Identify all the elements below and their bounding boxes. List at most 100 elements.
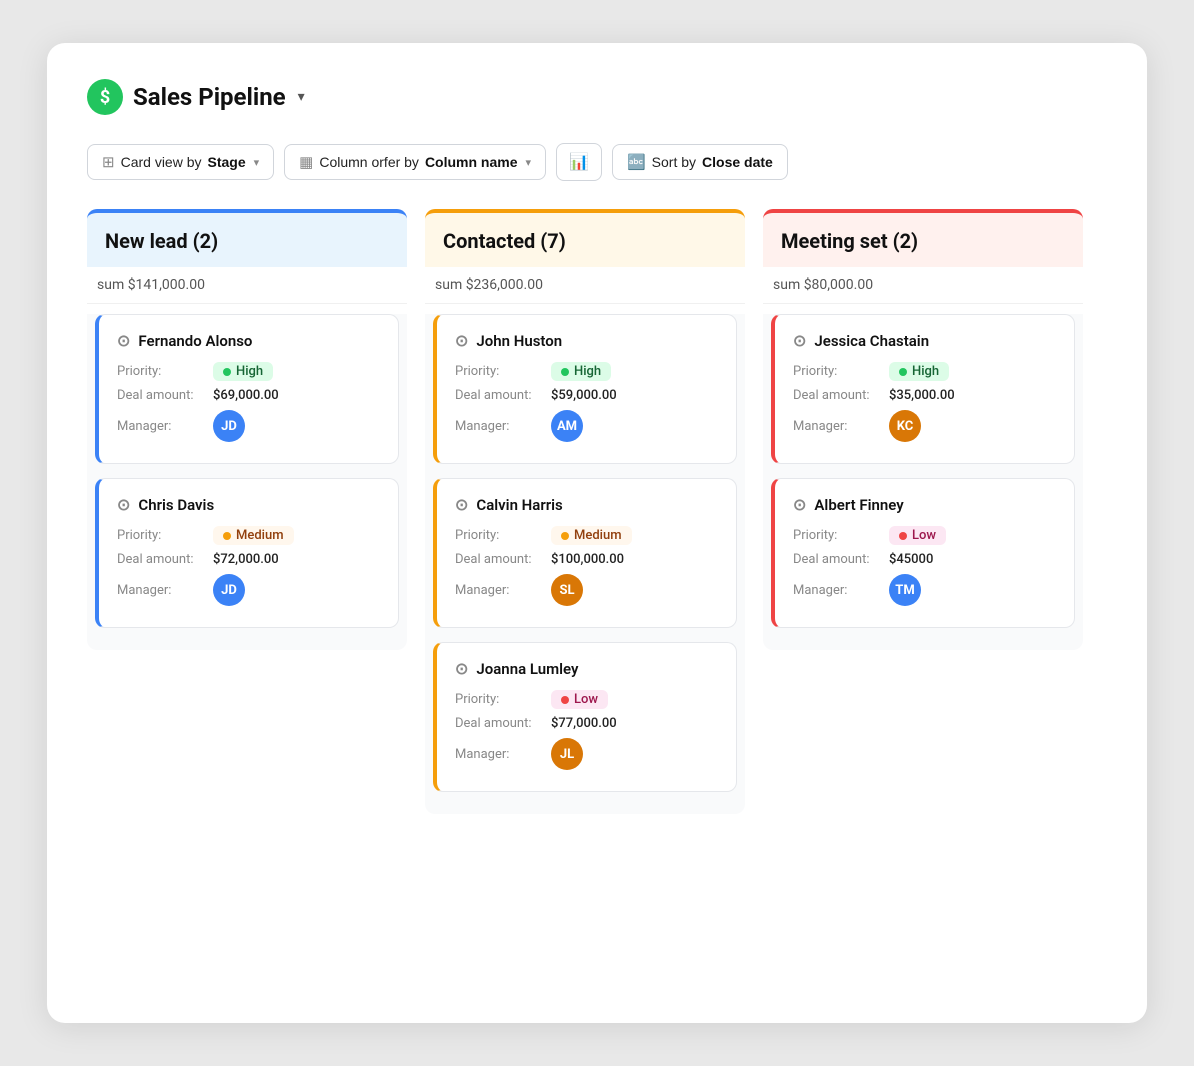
column-order-icon: ▦ [299, 153, 313, 171]
avatar: AM [551, 410, 583, 442]
check-icon: ⊙ [793, 495, 806, 514]
app-icon: $ [87, 79, 123, 115]
priority-badge: High [889, 362, 949, 381]
deal-amount-value: $35,000.00 [889, 388, 955, 403]
deal-amount-label: Deal amount: [793, 388, 883, 403]
avatar: JL [551, 738, 583, 770]
check-icon: ⊙ [793, 331, 806, 350]
manager-row: Manager: KC [793, 410, 1056, 442]
column-header-contacted: Contacted (7) [425, 209, 745, 267]
table-row[interactable]: ⊙ John Huston Priority: High Deal amount… [433, 314, 737, 464]
toolbar: ⊞ Card view by Stage ▾ ▦ Column orfer by… [87, 143, 1107, 181]
deal-amount-value: $77,000.00 [551, 716, 617, 731]
priority-badge: High [551, 362, 611, 381]
manager-label: Manager: [793, 583, 883, 598]
priority-dot-icon [899, 532, 907, 540]
column-order-value: Column name [425, 154, 518, 170]
priority-label: Priority: [117, 528, 207, 543]
chart-icon-button[interactable]: 📊 [556, 143, 602, 181]
deal-name: ⊙ Jessica Chastain [793, 331, 1056, 350]
deal-amount-value: $69,000.00 [213, 388, 279, 403]
bar-chart-icon: 📊 [569, 152, 589, 172]
priority-row: Priority: Low [455, 690, 718, 709]
deal-amount-label: Deal amount: [117, 552, 207, 567]
table-row[interactable]: ⊙ Calvin Harris Priority: Medium Deal am… [433, 478, 737, 628]
sort-label: Sort by [652, 154, 696, 170]
manager-row: Manager: JD [117, 574, 380, 606]
check-icon: ⊙ [455, 331, 468, 350]
priority-badge: Medium [551, 526, 632, 545]
deal-amount-label: Deal amount: [455, 552, 545, 567]
card-view-chevron-icon: ▾ [254, 156, 260, 169]
deal-name: ⊙ Joanna Lumley [455, 659, 718, 678]
column-sum-meeting-set: sum $80,000.00 [763, 267, 1083, 304]
priority-row: Priority: High [455, 362, 718, 381]
check-icon: ⊙ [455, 495, 468, 514]
avatar: KC [889, 410, 921, 442]
priority-row: Priority: Medium [117, 526, 380, 545]
column-new-lead: New lead (2)sum $141,000.00 ⊙ Fernando A… [87, 209, 407, 814]
priority-label: Priority: [793, 364, 883, 379]
avatar: TM [889, 574, 921, 606]
deal-amount-label: Deal amount: [117, 388, 207, 403]
avatar: SL [551, 574, 583, 606]
table-row[interactable]: ⊙ Chris Davis Priority: Medium Deal amou… [95, 478, 399, 628]
check-icon: ⊙ [117, 495, 130, 514]
title-chevron-icon[interactable]: ▾ [298, 89, 305, 105]
deal-amount-label: Deal amount: [455, 388, 545, 403]
priority-row: Priority: High [117, 362, 380, 381]
manager-row: Manager: TM [793, 574, 1056, 606]
column-content-new-lead: ⊙ Fernando Alonso Priority: High Deal am… [87, 314, 407, 650]
avatar: JD [213, 574, 245, 606]
table-row[interactable]: ⊙ Jessica Chastain Priority: High Deal a… [771, 314, 1075, 464]
manager-label: Manager: [117, 419, 207, 434]
priority-label: Priority: [455, 528, 545, 543]
app-container: $ Sales Pipeline ▾ ⊞ Card view by Stage … [47, 43, 1147, 1023]
priority-row: Priority: Medium [455, 526, 718, 545]
deal-amount-value: $72,000.00 [213, 552, 279, 567]
manager-row: Manager: JD [117, 410, 380, 442]
deal-amount-value: $45000 [889, 552, 933, 567]
column-order-label: Column orfer by [319, 154, 419, 170]
check-icon: ⊙ [455, 659, 468, 678]
manager-label: Manager: [455, 419, 545, 434]
column-content-meeting-set: ⊙ Jessica Chastain Priority: High Deal a… [763, 314, 1083, 650]
card-view-value: Stage [208, 154, 246, 170]
kanban-board: New lead (2)sum $141,000.00 ⊙ Fernando A… [87, 209, 1107, 814]
deal-amount-row: Deal amount: $35,000.00 [793, 388, 1056, 403]
sort-value: Close date [702, 154, 773, 170]
column-order-button[interactable]: ▦ Column orfer by Column name ▾ [284, 144, 546, 180]
deal-name: ⊙ Fernando Alonso [117, 331, 380, 350]
column-header-meeting-set: Meeting set (2) [763, 209, 1083, 267]
column-meeting-set: Meeting set (2)sum $80,000.00 ⊙ Jessica … [763, 209, 1083, 814]
priority-dot-icon [223, 532, 231, 540]
priority-label: Priority: [117, 364, 207, 379]
deal-amount-value: $59,000.00 [551, 388, 617, 403]
priority-dot-icon [561, 532, 569, 540]
manager-label: Manager: [455, 747, 545, 762]
manager-label: Manager: [117, 583, 207, 598]
card-view-icon: ⊞ [102, 153, 115, 171]
priority-label: Priority: [455, 692, 545, 707]
priority-badge: High [213, 362, 273, 381]
deal-amount-label: Deal amount: [793, 552, 883, 567]
deal-amount-row: Deal amount: $100,000.00 [455, 552, 718, 567]
deal-amount-label: Deal amount: [455, 716, 545, 731]
sort-button[interactable]: 🔤 Sort by Close date [612, 144, 788, 180]
table-row[interactable]: ⊙ Fernando Alonso Priority: High Deal am… [95, 314, 399, 464]
avatar: JD [213, 410, 245, 442]
priority-badge: Low [551, 690, 608, 709]
column-contacted: Contacted (7)sum $236,000.00 ⊙ John Hust… [425, 209, 745, 814]
priority-label: Priority: [455, 364, 545, 379]
deal-name: ⊙ Albert Finney [793, 495, 1056, 514]
column-order-chevron-icon: ▾ [526, 156, 532, 169]
table-row[interactable]: ⊙ Albert Finney Priority: Low Deal amoun… [771, 478, 1075, 628]
deal-amount-row: Deal amount: $45000 [793, 552, 1056, 567]
deal-amount-row: Deal amount: $72,000.00 [117, 552, 380, 567]
card-view-button[interactable]: ⊞ Card view by Stage ▾ [87, 144, 274, 180]
deal-amount-row: Deal amount: $69,000.00 [117, 388, 380, 403]
deal-name: ⊙ John Huston [455, 331, 718, 350]
table-row[interactable]: ⊙ Joanna Lumley Priority: Low Deal amoun… [433, 642, 737, 792]
priority-row: Priority: Low [793, 526, 1056, 545]
column-sum-contacted: sum $236,000.00 [425, 267, 745, 304]
